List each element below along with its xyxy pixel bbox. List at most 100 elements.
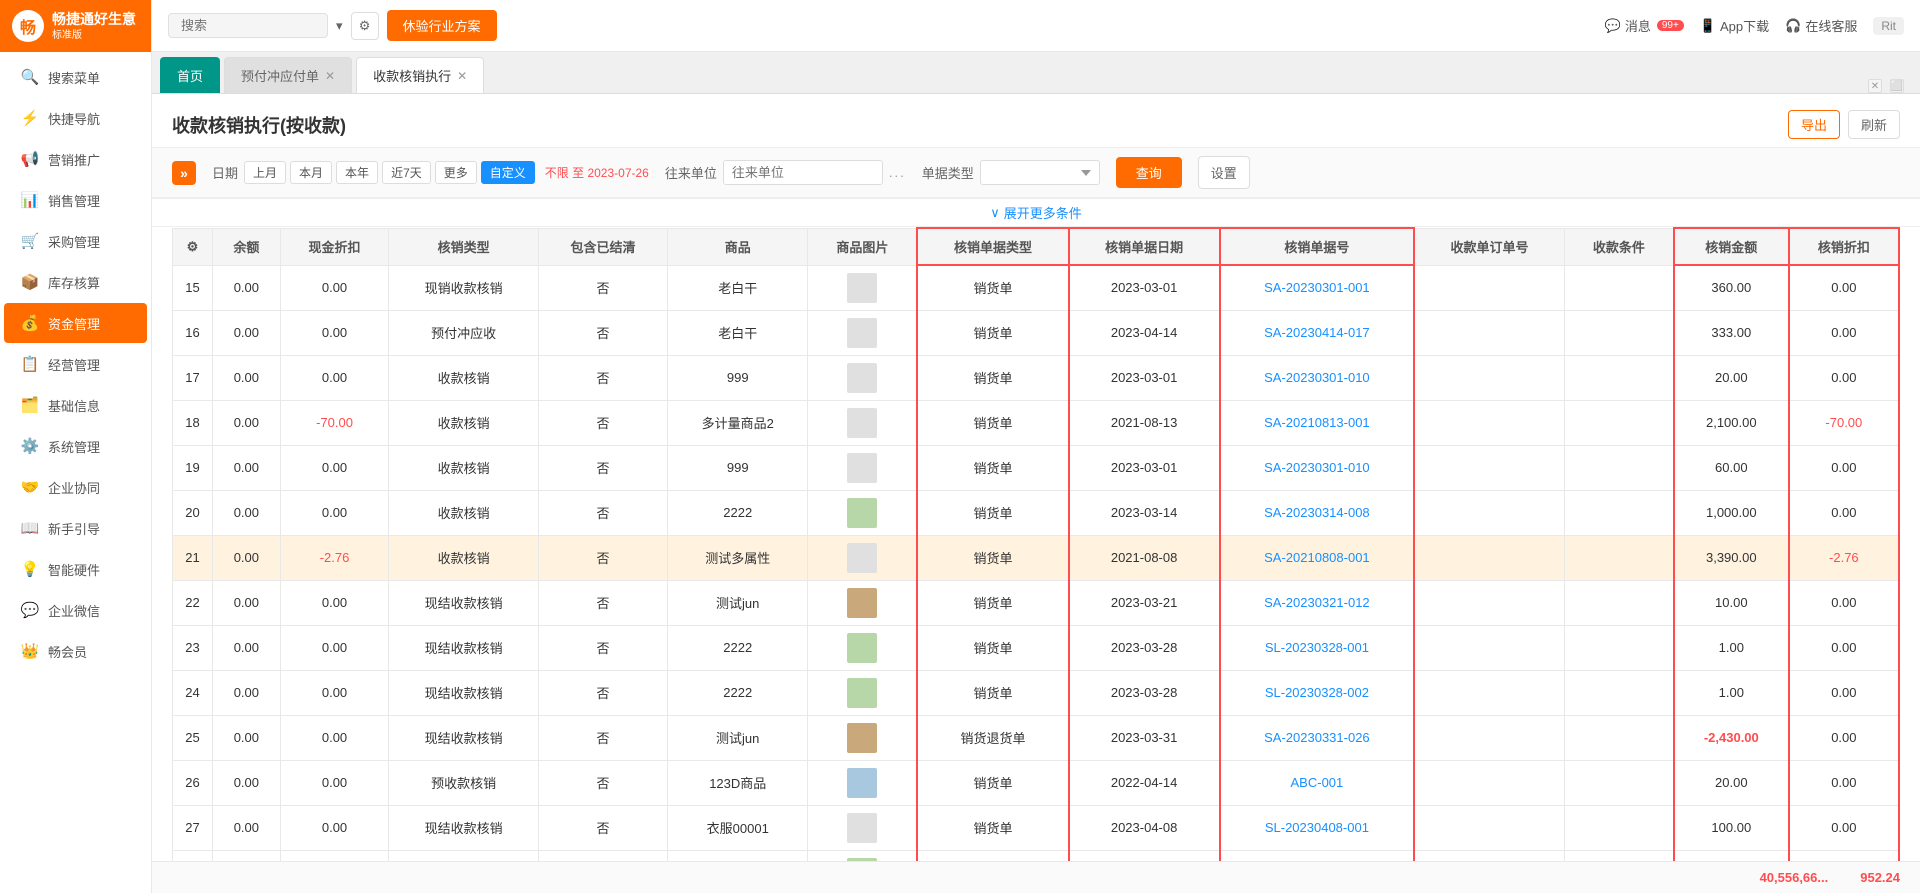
row-cash-discount: -70.00 <box>280 400 389 445</box>
more-btn[interactable]: 更多 <box>435 161 477 184</box>
operation-label: 经营管理 <box>48 355 100 374</box>
counterpart-input[interactable] <box>723 160 883 185</box>
row-writeoff-bill-no: ABC-001 <box>1220 760 1414 805</box>
row-receipt-order-no <box>1414 355 1564 400</box>
row-receipt-order-no <box>1414 535 1564 580</box>
refresh-button[interactable]: 刷新 <box>1848 110 1900 139</box>
bill-no-link[interactable]: SA-20230301-010 <box>1264 460 1370 475</box>
sidebar-item-purchase[interactable]: 🛒 采购管理 <box>4 221 147 261</box>
table-row: 23 0.00 0.00 现结收款核销 否 2222 销货单 2023-03-2… <box>173 625 1900 670</box>
bill-no-link[interactable]: SA-20230321-012 <box>1264 595 1370 610</box>
row-writeoff-bill-date: 2023-04-14 <box>1069 310 1220 355</box>
smart-hw-label: 智能硬件 <box>48 560 100 579</box>
window-maximize-btn[interactable]: ⬜ <box>1890 79 1904 93</box>
row-no: 28 <box>173 850 213 861</box>
row-balance: 0.00 <box>213 625 281 670</box>
sidebar-item-operation[interactable]: 📋 经营管理 <box>4 344 147 384</box>
tab-collection[interactable]: 收款核销执行 ✕ <box>356 57 484 93</box>
sidebar-item-member[interactable]: 👑 畅会员 <box>4 631 147 671</box>
export-button[interactable]: 导出 <box>1788 110 1840 139</box>
col-writeoff-bill-type: 核销单据类型 <box>917 228 1068 265</box>
quick-nav-label: 快捷导航 <box>48 109 100 128</box>
sidebar-item-capital[interactable]: 💰 资金管理 <box>4 303 147 343</box>
col-writeoff-amount: 核销金额 <box>1674 228 1789 265</box>
sidebar-item-smart-hw[interactable]: 💡 智能硬件 <box>4 549 147 589</box>
custom-btn[interactable]: 自定义 <box>481 161 535 184</box>
bill-no-link[interactable]: SA-20210813-001 <box>1264 415 1370 430</box>
row-receipt-order-no <box>1414 310 1564 355</box>
row-receipt-condition <box>1564 355 1673 400</box>
row-receipt-condition <box>1564 625 1673 670</box>
expand-chevron-icon: ∨ <box>990 205 1000 221</box>
bill-no-link[interactable]: SA-20230414-017 <box>1264 325 1370 340</box>
sidebar-item-marketing[interactable]: 📢 营销推广 <box>4 139 147 179</box>
row-cash-discount: -2.76 <box>280 535 389 580</box>
tab-prepay[interactable]: 预付冲应付单 ✕ <box>224 57 352 93</box>
tab-home[interactable]: 首页 <box>160 57 220 93</box>
sidebar-item-beginner[interactable]: 📖 新手引导 <box>4 508 147 548</box>
query-button[interactable]: 查询 <box>1116 157 1182 188</box>
this-month-btn[interactable]: 本月 <box>290 161 332 184</box>
row-no: 23 <box>173 625 213 670</box>
online-service-item[interactable]: 🎧 在线客服 <box>1785 16 1857 35</box>
sidebar-item-inventory[interactable]: 📦 库存核算 <box>4 262 147 302</box>
row-writeoff-bill-no: SL-20230418-001 <box>1220 850 1414 861</box>
bill-no-link[interactable]: SA-20230301-010 <box>1264 370 1370 385</box>
this-year-btn[interactable]: 本年 <box>336 161 378 184</box>
row-balance: 0.00 <box>213 355 281 400</box>
table-row: 16 0.00 0.00 预付冲应收 否 老白干 销货单 2023-04-14 … <box>173 310 1900 355</box>
product-image <box>847 768 877 798</box>
row-writeoff-amount: 100.00 <box>1674 805 1789 850</box>
sidebar-item-enterprise[interactable]: 🤝 企业协同 <box>4 467 147 507</box>
message-item[interactable]: 💬 消息 99+ <box>1605 16 1684 35</box>
date-filter-group: 日期 上月 本月 本年 近7天 更多 自定义 不限 至 2023-07-26 <box>212 161 649 184</box>
window-close-btn[interactable]: ✕ <box>1868 79 1882 93</box>
col-receipt-order-no: 收款单订单号 <box>1414 228 1564 265</box>
filter-expand-btn[interactable]: » <box>172 161 196 185</box>
last-month-btn[interactable]: 上月 <box>244 161 286 184</box>
row-balance: 0.00 <box>213 400 281 445</box>
total-discount-value: 952.24 <box>1860 870 1900 885</box>
table-row: 17 0.00 0.00 收款核销 否 999 销货单 2023-03-01 S… <box>173 355 1900 400</box>
sidebar-item-wechat[interactable]: 💬 企业微信 <box>4 590 147 630</box>
tab-collection-close[interactable]: ✕ <box>457 70 467 82</box>
sidebar-item-system[interactable]: ⚙️ 系统管理 <box>4 426 147 466</box>
receipt-type-select[interactable] <box>980 160 1100 185</box>
row-receipt-condition <box>1564 760 1673 805</box>
row-cash-discount: 0.00 <box>280 850 389 861</box>
last-7-days-btn[interactable]: 近7天 <box>382 161 431 184</box>
bill-no-link[interactable]: SA-20210808-001 <box>1264 550 1370 565</box>
solution-button[interactable]: 休验行业方案 <box>387 10 497 41</box>
row-writeoff-type: 预收款核销 <box>389 760 539 805</box>
marketing-icon: 📢 <box>20 149 40 169</box>
app-download-item[interactable]: 📱 App下载 <box>1700 16 1769 35</box>
row-no: 25 <box>173 715 213 760</box>
sidebar-item-search-menu[interactable]: 🔍 搜索菜单 <box>4 57 147 97</box>
setting-button[interactable]: 设置 <box>1198 156 1250 189</box>
row-writeoff-bill-date: 2023-03-14 <box>1069 490 1220 535</box>
row-cash-discount: 0.00 <box>280 445 389 490</box>
sidebar-item-quick-nav[interactable]: ⚡ 快捷导航 <box>4 98 147 138</box>
bill-no-link[interactable]: SL-20230328-002 <box>1265 685 1369 700</box>
tab-prepay-close[interactable]: ✕ <box>325 70 335 82</box>
tab-home-label: 首页 <box>177 66 203 85</box>
row-writeoff-bill-no: SA-20210808-001 <box>1220 535 1414 580</box>
settings-icon[interactable]: ⚙ <box>351 12 379 40</box>
search-input[interactable] <box>168 13 328 38</box>
row-receipt-condition <box>1564 490 1673 535</box>
bill-no-link[interactable]: ABC-001 <box>1291 775 1344 790</box>
topbar-dropdown[interactable]: ▾ <box>336 18 343 34</box>
bill-no-link[interactable]: SL-20230328-001 <box>1265 640 1369 655</box>
sidebar-item-sales[interactable]: 📊 销售管理 <box>4 180 147 220</box>
bill-no-link[interactable]: SA-20230301-001 <box>1264 280 1370 295</box>
expand-more-btn[interactable]: ∨ 展开更多条件 <box>990 203 1082 222</box>
user-avatar[interactable]: Rit <box>1873 17 1904 35</box>
row-receipt-order-no <box>1414 445 1564 490</box>
sidebar-item-basic-info[interactable]: 🗂️ 基础信息 <box>4 385 147 425</box>
bill-no-link[interactable]: SA-20230331-026 <box>1264 730 1370 745</box>
col-receipt-condition: 收款条件 <box>1564 228 1673 265</box>
bill-no-link[interactable]: SA-20230314-008 <box>1264 505 1370 520</box>
row-writeoff-bill-date: 2023-03-28 <box>1069 670 1220 715</box>
bill-no-link[interactable]: SL-20230408-001 <box>1265 820 1369 835</box>
row-balance: 0.00 <box>213 805 281 850</box>
